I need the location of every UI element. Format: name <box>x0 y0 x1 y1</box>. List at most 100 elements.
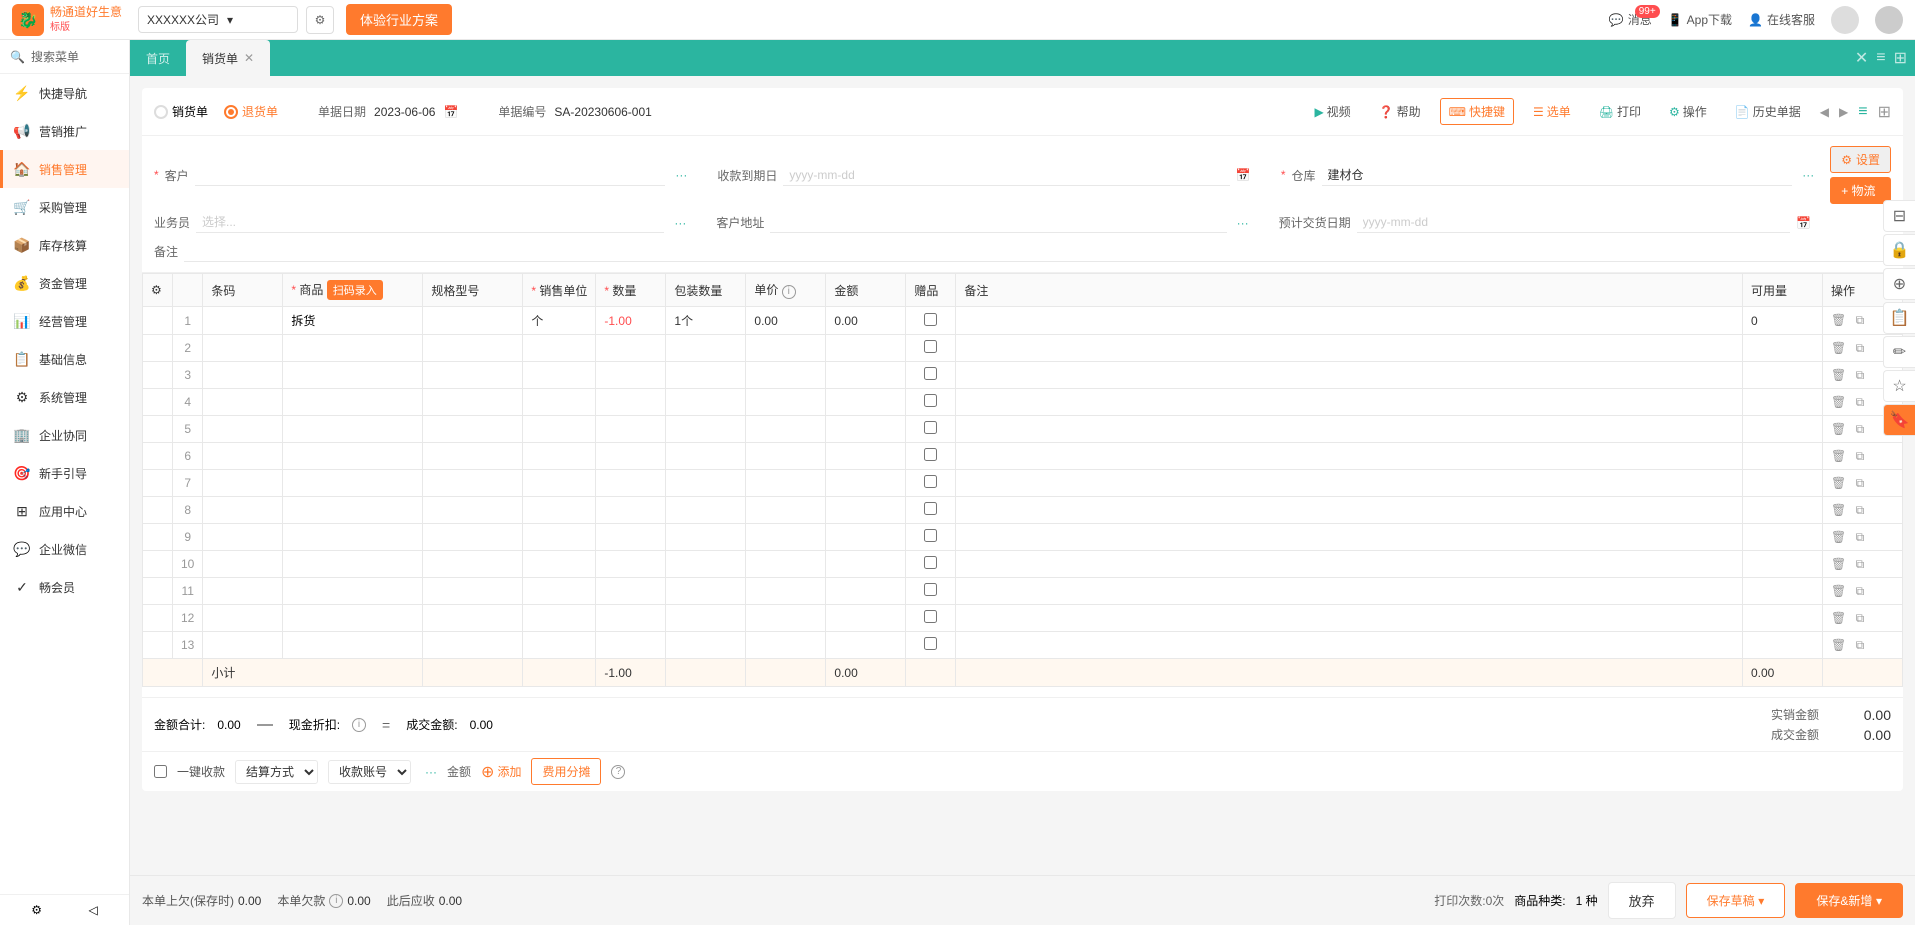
row-price[interactable] <box>746 443 826 470</box>
company-selector[interactable]: XXXXXX公司 ▾ <box>138 6 298 33</box>
row-product[interactable] <box>283 632 423 659</box>
row-qty[interactable] <box>596 632 666 659</box>
experience-button[interactable]: 体验行业方案 <box>346 4 452 35</box>
row-remark[interactable] <box>956 362 1743 389</box>
delete-icon[interactable]: 🗑 <box>1831 503 1846 517</box>
delete-icon[interactable]: 🗑 <box>1831 584 1846 598</box>
row-product[interactable] <box>283 362 423 389</box>
row-spec[interactable] <box>423 307 523 335</box>
row-amount[interactable] <box>826 416 906 443</box>
expected-delivery-input[interactable] <box>1357 212 1790 233</box>
sidebar-item-operations[interactable]: 📊 经营管理 <box>0 302 129 340</box>
copy-icon[interactable]: ⧉ <box>1856 638 1865 652</box>
row-price[interactable]: 0.00 <box>746 307 826 335</box>
row-qty[interactable] <box>596 362 666 389</box>
delete-icon[interactable]: 🗑 <box>1831 341 1846 355</box>
tab-close-icon[interactable]: ✕ <box>244 51 254 65</box>
row-amount[interactable] <box>826 551 906 578</box>
row-price[interactable] <box>746 335 826 362</box>
row-product[interactable] <box>283 470 423 497</box>
row-pkg-qty[interactable] <box>666 335 746 362</box>
scan-btn[interactable]: 扫码录入 <box>327 280 383 300</box>
row-price[interactable] <box>746 605 826 632</box>
row-product[interactable] <box>283 497 423 524</box>
row-spec[interactable] <box>423 416 523 443</box>
sidebar-item-newbie[interactable]: 🎯 新手引导 <box>0 454 129 492</box>
sidebar-item-basics[interactable]: 📋 基础信息 <box>0 340 129 378</box>
row-spec[interactable] <box>423 632 523 659</box>
row-amount[interactable] <box>826 524 906 551</box>
add-payment-btn[interactable]: ⊕ 添加 <box>481 762 521 782</box>
float-btn-orange[interactable]: 🔖 <box>1883 404 1915 436</box>
row-unit[interactable] <box>523 524 596 551</box>
row-gift[interactable] <box>906 578 956 605</box>
copy-icon[interactable]: ⧉ <box>1856 368 1865 382</box>
copy-icon[interactable]: ⧉ <box>1856 341 1865 355</box>
view-mode-1-icon[interactable]: ≡ <box>1858 103 1867 121</box>
addr-dots-btn[interactable]: ··· <box>1237 216 1249 230</box>
float-btn-3[interactable]: ⊕ <box>1883 268 1915 300</box>
expense-info-icon[interactable]: ? <box>611 765 625 779</box>
app-download-button[interactable]: 📱 App下载 <box>1668 11 1732 28</box>
row-unit[interactable] <box>523 389 596 416</box>
message-button[interactable]: 💬 消息 99+ <box>1609 11 1652 28</box>
float-btn-2[interactable]: 🔒 <box>1883 234 1915 266</box>
row-product[interactable] <box>283 605 423 632</box>
row-gift[interactable] <box>906 362 956 389</box>
row-price[interactable] <box>746 389 826 416</box>
delete-icon[interactable]: 🗑 <box>1831 638 1846 652</box>
delete-icon[interactable]: 🗑 <box>1831 476 1846 490</box>
row-qty[interactable] <box>596 497 666 524</box>
avatar-2[interactable] <box>1875 6 1903 34</box>
help-btn[interactable]: ❓ 帮助 <box>1370 98 1430 125</box>
row-remark[interactable] <box>956 524 1743 551</box>
row-barcode[interactable] <box>203 335 283 362</box>
row-qty[interactable] <box>596 551 666 578</box>
row-remark[interactable] <box>956 416 1743 443</box>
copy-icon[interactable]: ⧉ <box>1856 584 1865 598</box>
row-remark[interactable] <box>956 551 1743 578</box>
row-remark[interactable] <box>956 497 1743 524</box>
row-unit[interactable] <box>523 335 596 362</box>
customer-addr-input[interactable] <box>770 212 1226 233</box>
row-gift[interactable] <box>906 605 956 632</box>
row-pkg-qty[interactable] <box>666 605 746 632</box>
row-spec[interactable] <box>423 443 523 470</box>
row-unit[interactable] <box>523 605 596 632</box>
delete-icon[interactable]: 🗑 <box>1831 449 1846 463</box>
row-remark[interactable] <box>956 470 1743 497</box>
save-draft-btn[interactable]: 保存草稿 ▾ <box>1686 883 1786 918</box>
row-product[interactable] <box>283 578 423 605</box>
due-date-input[interactable] <box>783 165 1229 186</box>
sidebar-item-member[interactable]: ✓ 畅会员 <box>0 568 129 606</box>
row-qty[interactable] <box>596 335 666 362</box>
float-btn-6[interactable]: ☆ <box>1883 370 1915 402</box>
copy-icon[interactable]: ⧉ <box>1856 503 1865 517</box>
row-amount[interactable] <box>826 497 906 524</box>
row-spec[interactable] <box>423 497 523 524</box>
nav-prev-icon[interactable]: ◀ <box>1820 105 1829 119</box>
tab-sales-order[interactable]: 销货单 ✕ <box>186 40 270 76</box>
setup-btn[interactable]: ⚙ 设置 <box>1830 146 1891 173</box>
row-barcode[interactable] <box>203 578 283 605</box>
row-product[interactable] <box>283 443 423 470</box>
row-gift[interactable] <box>906 524 956 551</box>
avatar[interactable] <box>1831 6 1859 34</box>
sidebar-item-sales[interactable]: 🏠 销售管理 <box>0 150 129 188</box>
sidebar-item-inventory[interactable]: 📦 库存核算 <box>0 226 129 264</box>
copy-icon[interactable]: ⧉ <box>1856 476 1865 490</box>
row-qty[interactable] <box>596 524 666 551</box>
row-spec[interactable] <box>423 389 523 416</box>
settings-button[interactable]: ⚙ <box>306 6 334 34</box>
sidebar-collapse-icon[interactable]: ◁ <box>89 903 98 917</box>
payment-dots-btn[interactable]: ··· <box>425 765 437 779</box>
select-order-btn[interactable]: ☰ 选单 <box>1524 98 1580 125</box>
row-barcode[interactable] <box>203 389 283 416</box>
abandon-btn[interactable]: 放弃 <box>1608 882 1676 919</box>
row-gift[interactable] <box>906 335 956 362</box>
row-price[interactable] <box>746 632 826 659</box>
row-spec[interactable] <box>423 524 523 551</box>
row-pkg-qty[interactable] <box>666 551 746 578</box>
row-qty[interactable] <box>596 578 666 605</box>
row-gift[interactable] <box>906 307 956 335</box>
